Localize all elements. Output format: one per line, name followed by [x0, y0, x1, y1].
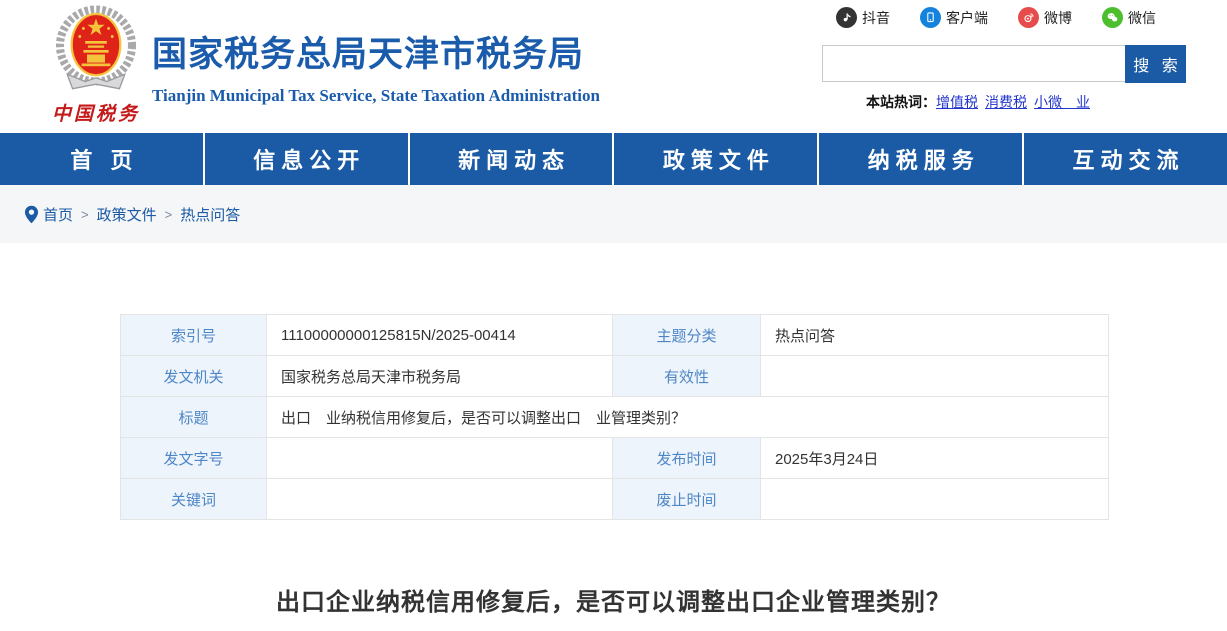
meta-value-keywords: [267, 479, 613, 520]
social-label: 客户端: [946, 8, 988, 28]
meta-value-title: 出口 业纳税信用修复后，是否可以调整出口 业管理类别？: [267, 397, 1109, 438]
hotword-link[interactable]: 小微 业: [1034, 94, 1090, 110]
wechat-icon: [1102, 7, 1123, 28]
meta-value-index: 11100000000125815N/2025-00414: [267, 315, 613, 356]
site-titles: 国家税务总局天津市税务局 Tianjin Municipal Tax Servi…: [152, 26, 600, 106]
site-logo[interactable]: 中国税务: [38, 4, 154, 126]
breadcrumb: 首页 > 政策文件 > 热点问答: [43, 204, 240, 225]
social-client[interactable]: 客户端: [920, 7, 988, 28]
hotword-link[interactable]: 消费税: [985, 94, 1027, 110]
breadcrumb-separator: >: [165, 207, 173, 222]
meta-label-keywords: 关键词: [121, 479, 267, 520]
search-button[interactable]: 搜 索: [1125, 45, 1186, 83]
nav-item-policy[interactable]: 政策文件: [612, 133, 817, 185]
article-title: 出口企业纳税信用修复后，是否可以调整出口企业管理类别？: [0, 582, 1227, 617]
site-search: 搜 索: [822, 45, 1186, 83]
document-meta-table: 索引号 11100000000125815N/2025-00414 主题分类 热…: [120, 314, 1109, 520]
hotwords-bar: 本站热词：增值税消费税小微 业: [866, 92, 1097, 112]
social-label: 微信: [1128, 8, 1156, 28]
breadcrumb-policy[interactable]: 政策文件: [97, 204, 157, 225]
social-label: 抖音: [862, 8, 890, 28]
breadcrumb-separator: >: [81, 207, 89, 222]
meta-label-docnumber: 发文字号: [121, 438, 267, 479]
hotwords-prefix: 本站热词：: [866, 94, 936, 110]
site-title: 国家税务总局天津市税务局: [152, 26, 600, 77]
breadcrumb-current: 热点问答: [180, 204, 240, 225]
douyin-icon: [836, 7, 857, 28]
nav-item-info[interactable]: 信息公开: [203, 133, 408, 185]
meta-label-repeal: 废止时间: [613, 479, 761, 520]
tax-emblem-icon: [51, 83, 141, 100]
social-weibo[interactable]: 微博: [1018, 7, 1072, 28]
search-input[interactable]: [822, 45, 1125, 82]
meta-value-validity: [761, 356, 1109, 397]
meta-label-validity: 有效性: [613, 356, 761, 397]
nav-item-interact[interactable]: 互动交流: [1022, 133, 1227, 185]
site-subtitle: Tianjin Municipal Tax Service, State Tax…: [152, 86, 600, 106]
meta-value-category: 热点问答: [761, 315, 1109, 356]
meta-label-issuer: 发文机关: [121, 356, 267, 397]
social-douyin[interactable]: 抖音: [836, 7, 890, 28]
hotword-link[interactable]: 增值税: [936, 94, 978, 110]
nav-item-news[interactable]: 新闻动态: [408, 133, 613, 185]
breadcrumb-bar: 首页 > 政策文件 > 热点问答: [0, 185, 1227, 243]
table-row: 关键词 废止时间: [121, 479, 1109, 520]
weibo-icon: [1018, 7, 1039, 28]
table-row: 标题 出口 业纳税信用修复后，是否可以调整出口 业管理类别？: [121, 397, 1109, 438]
logo-caption: 中国税务: [38, 99, 154, 126]
meta-value-issuer: 国家税务总局天津市税务局: [267, 356, 613, 397]
meta-value-repeal: [761, 479, 1109, 520]
main-content: 索引号 11100000000125815N/2025-00414 主题分类 热…: [0, 243, 1227, 617]
main-nav: 首 页 信息公开 新闻动态 政策文件 纳税服务 互动交流: [0, 133, 1227, 185]
breadcrumb-home[interactable]: 首页: [43, 204, 73, 225]
social-wechat[interactable]: 微信: [1102, 7, 1156, 28]
meta-value-pubdate: 2025年3月24日: [761, 438, 1109, 479]
meta-label-category: 主题分类: [613, 315, 761, 356]
page-header: 中国税务 国家税务总局天津市税务局 Tianjin Municipal Tax …: [0, 0, 1227, 133]
meta-label-pubdate: 发布时间: [613, 438, 761, 479]
location-pin-icon: [24, 205, 39, 224]
meta-label-index: 索引号: [121, 315, 267, 356]
meta-label-title: 标题: [121, 397, 267, 438]
social-label: 微博: [1044, 8, 1072, 28]
nav-item-home[interactable]: 首 页: [0, 133, 203, 185]
social-links: 抖音 客户端 微博: [836, 7, 1156, 28]
table-row: 索引号 11100000000125815N/2025-00414 主题分类 热…: [121, 315, 1109, 356]
nav-item-tax-service[interactable]: 纳税服务: [817, 133, 1022, 185]
table-row: 发文机关 国家税务总局天津市税务局 有效性: [121, 356, 1109, 397]
table-row: 发文字号 发布时间 2025年3月24日: [121, 438, 1109, 479]
client-app-icon: [920, 7, 941, 28]
meta-value-docnumber: [267, 438, 613, 479]
